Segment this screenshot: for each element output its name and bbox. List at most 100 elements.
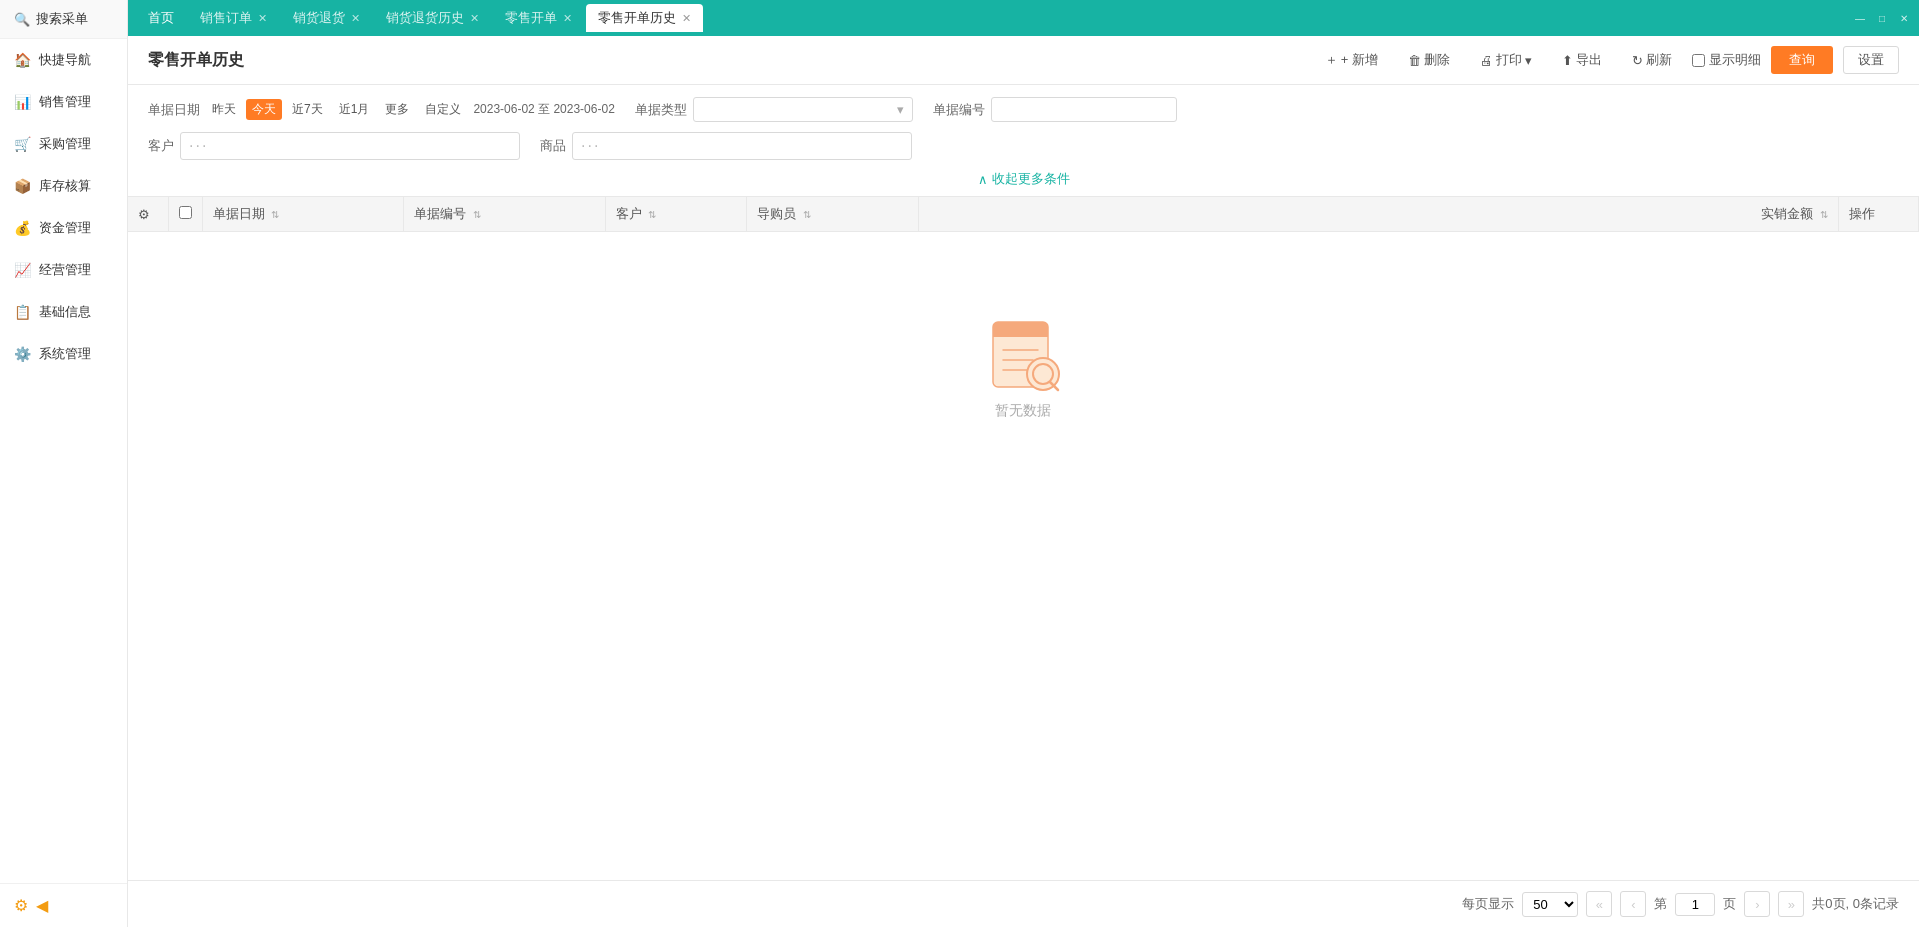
tab-retail-open-history[interactable]: 零售开单历史 ✕ <box>586 4 703 32</box>
next-page-button[interactable]: › <box>1744 891 1770 917</box>
date-range-display: 2023-06-02 至 2023-06-02 <box>473 101 614 118</box>
product-dots: ··· <box>581 137 600 155</box>
tab-close-icon[interactable]: ✕ <box>258 12 267 25</box>
data-table: ⚙ 单据日期 ⇅ 单据编号 ⇅ 客户 ⇅ <box>128 197 1919 500</box>
product-label: 商品 <box>540 137 566 155</box>
tab-sales-order[interactable]: 销售订单 ✕ <box>188 4 279 32</box>
tab-close-icon[interactable]: ✕ <box>470 12 479 25</box>
tab-sales-return[interactable]: 销货退货 ✕ <box>281 4 372 32</box>
prev-page-button[interactable]: ‹ <box>1620 891 1646 917</box>
page-number-input[interactable] <box>1675 893 1715 916</box>
date-custom-btn[interactable]: 自定义 <box>419 99 467 120</box>
th-doc-no[interactable]: 单据编号 ⇅ <box>404 197 606 232</box>
th-checkbox[interactable] <box>168 197 202 232</box>
sidebar-item-inventory[interactable]: 📦 库存核算 <box>0 165 127 207</box>
home-icon: 🏠 <box>14 52 31 68</box>
tab-sales-return-history-label: 销货退货历史 <box>386 9 464 27</box>
export-button[interactable]: ⬆ 导出 <box>1552 47 1612 73</box>
date-label: 单据日期 <box>148 101 200 119</box>
add-icon: ＋ <box>1325 51 1338 69</box>
th-amount[interactable]: 实销金额 ⇅ <box>918 197 1838 232</box>
sidebar-item-operations[interactable]: 📈 经营管理 <box>0 249 127 291</box>
last-page-icon: » <box>1788 897 1795 912</box>
svg-rect-2 <box>993 330 1048 337</box>
sidebar-item-sys-mgmt[interactable]: ⚙️ 系统管理 <box>0 333 127 375</box>
display-detail-checkbox[interactable]: 显示明细 <box>1692 51 1761 69</box>
tab-home[interactable]: 首页 <box>136 4 186 32</box>
date-today-btn[interactable]: 今天 <box>246 99 282 120</box>
date-1month-btn[interactable]: 近1月 <box>333 99 376 120</box>
sidebar-item-label: 资金管理 <box>39 219 91 237</box>
main-content: 首页 销售订单 ✕ 销货退货 ✕ 销货退货历史 ✕ 零售开单 ✕ 零售开单历史 … <box>128 0 1919 927</box>
tab-retail-open[interactable]: 零售开单 ✕ <box>493 4 584 32</box>
delete-button[interactable]: 🗑 删除 <box>1398 47 1460 73</box>
doc-type-select[interactable]: ▾ <box>693 97 913 122</box>
tab-bar: 首页 销售订单 ✕ 销货退货 ✕ 销货退货历史 ✕ 零售开单 ✕ 零售开单历史 … <box>128 0 1919 36</box>
tab-close-active-icon[interactable]: ✕ <box>682 12 691 25</box>
customer-dots: ··· <box>189 137 208 155</box>
date-yesterday-btn[interactable]: 昨天 <box>206 99 242 120</box>
page-size-select[interactable]: 50 10 20 100 <box>1522 892 1578 917</box>
print-icon: 🖨 <box>1480 53 1493 68</box>
tab-close-icon[interactable]: ✕ <box>351 12 360 25</box>
sidebar-item-basic-info[interactable]: 📋 基础信息 <box>0 291 127 333</box>
sidebar-item-sales-mgmt[interactable]: 📊 销售管理 <box>0 81 127 123</box>
empty-state: 暂无数据 <box>128 232 1919 500</box>
th-doc-date[interactable]: 单据日期 ⇅ <box>202 197 404 232</box>
product-select[interactable]: ··· <box>572 132 912 160</box>
ops-icon: 📈 <box>14 262 31 278</box>
date-7days-btn[interactable]: 近7天 <box>286 99 329 120</box>
print-label: 打印 <box>1496 51 1522 69</box>
window-controls: — □ ✕ <box>1853 11 1911 25</box>
first-page-button[interactable]: « <box>1586 891 1612 917</box>
sidebar-item-finance[interactable]: 💰 资金管理 <box>0 207 127 249</box>
doc-no-input[interactable] <box>991 97 1177 122</box>
query-button[interactable]: 查询 <box>1771 46 1833 74</box>
print-button[interactable]: 🖨 打印 ▾ <box>1470 47 1542 73</box>
th-salesperson-label: 导购员 <box>757 206 796 221</box>
collapse-icon[interactable]: ◀ <box>36 896 48 915</box>
table-header-row: ⚙ 单据日期 ⇅ 单据编号 ⇅ 客户 ⇅ <box>128 197 1919 232</box>
empty-text: 暂无数据 <box>995 402 1051 420</box>
settings-icon[interactable]: ⚙ <box>14 896 28 915</box>
th-customer[interactable]: 客户 ⇅ <box>605 197 747 232</box>
sidebar-item-label: 销售管理 <box>39 93 91 111</box>
filter-row-2: 客户 ··· 商品 ··· <box>148 132 1899 160</box>
display-detail-input[interactable] <box>1692 54 1705 67</box>
filter-area: 单据日期 昨天 今天 近7天 近1月 更多 自定义 2023-06-02 至 2… <box>128 85 1919 197</box>
collapse-arrow-icon: ∧ <box>978 172 988 187</box>
gear-icon: ⚙️ <box>14 346 31 362</box>
sidebar-item-label: 基础信息 <box>39 303 91 321</box>
sidebar-search[interactable]: 🔍 搜索采单 <box>0 0 127 39</box>
th-salesperson[interactable]: 导购员 ⇅ <box>747 197 919 232</box>
sidebar-item-purchase-mgmt[interactable]: 🛒 采购管理 <box>0 123 127 165</box>
date-more-btn[interactable]: 更多 <box>379 99 415 120</box>
first-page-icon: « <box>1596 897 1603 912</box>
sort-icon: ⇅ <box>271 209 279 220</box>
table-area: ⚙ 单据日期 ⇅ 单据编号 ⇅ 客户 ⇅ <box>128 197 1919 880</box>
tab-home-label: 首页 <box>148 9 174 27</box>
refresh-button[interactable]: ↻ 刷新 <box>1622 47 1682 73</box>
total-info: 共0页, 0条记录 <box>1812 895 1899 913</box>
settings-button[interactable]: 设置 <box>1843 46 1899 74</box>
th-ops: 操作 <box>1839 197 1919 232</box>
close-button[interactable]: ✕ <box>1897 11 1911 25</box>
sidebar-item-quick-nav[interactable]: 🏠 快捷导航 <box>0 39 127 81</box>
tab-sales-return-history[interactable]: 销货退货历史 ✕ <box>374 4 491 32</box>
sort-icon: ⇅ <box>473 209 481 220</box>
collapse-more-btn[interactable]: ∧ 收起更多条件 <box>148 170 1899 188</box>
th-customer-label: 客户 <box>616 206 642 221</box>
last-page-button[interactable]: » <box>1778 891 1804 917</box>
minimize-button[interactable]: — <box>1853 11 1867 25</box>
tab-close-icon[interactable]: ✕ <box>563 12 572 25</box>
th-doc-date-label: 单据日期 <box>213 206 265 221</box>
customer-select[interactable]: ··· <box>180 132 520 160</box>
select-all-checkbox[interactable] <box>179 206 192 219</box>
page-word: 第 <box>1654 895 1667 913</box>
search-icon: 🔍 <box>14 12 30 27</box>
refresh-label: 刷新 <box>1646 51 1672 69</box>
add-button[interactable]: ＋ + 新增 <box>1315 47 1388 73</box>
maximize-button[interactable]: □ <box>1875 11 1889 25</box>
gear-icon: ⚙ <box>138 207 150 222</box>
th-gear[interactable]: ⚙ <box>128 197 168 232</box>
